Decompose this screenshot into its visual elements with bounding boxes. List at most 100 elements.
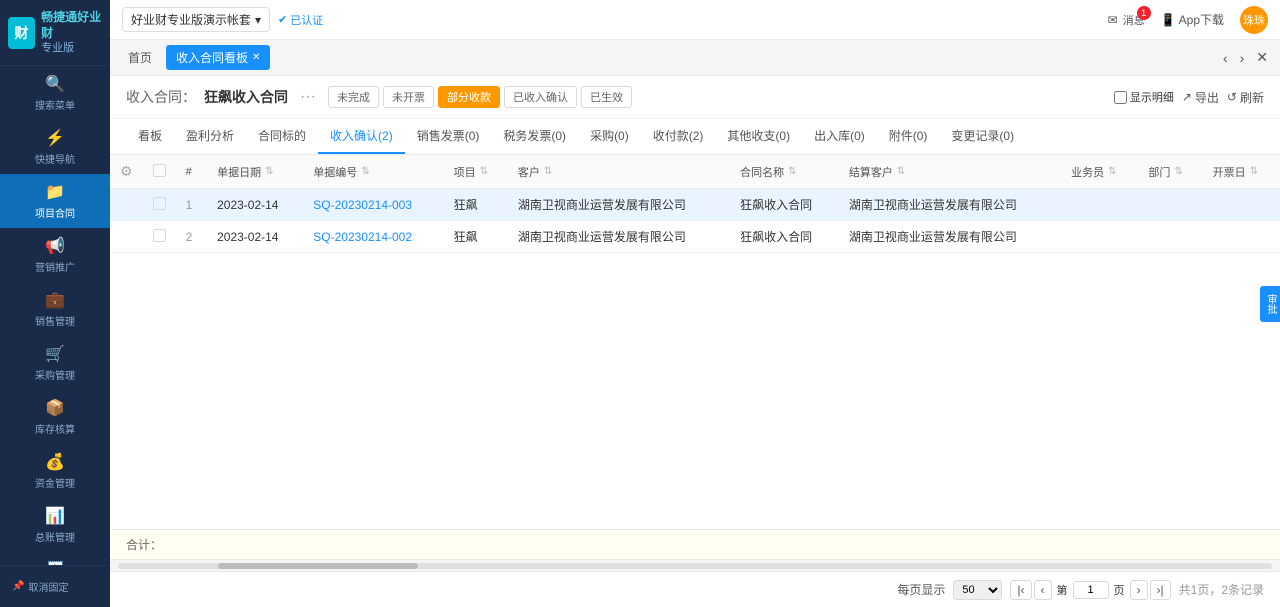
sub-tab-3[interactable]: 收入确认(2): [318, 119, 405, 154]
sort-salesperson-icon[interactable]: ⇅: [1108, 166, 1116, 177]
notification-dot: 1: [1137, 6, 1151, 20]
sidebar-logo: 财 畅捷通好业财 专业版: [0, 0, 110, 66]
sub-tab-7[interactable]: 收付款(2): [641, 119, 716, 154]
sub-tab-4[interactable]: 销售发票(0): [405, 119, 492, 154]
sub-tab-11[interactable]: 变更记录(0): [939, 119, 1026, 154]
record-link-0[interactable]: SQ-20230214-003: [313, 198, 412, 212]
sidebar: 财 畅捷通好业财 专业版 🔍 搜索菜单 ⚡快捷导航📁项目合同 📢 营销推广 💼销售管理🛒采…: [0, 0, 110, 607]
cell-dept-0: [1138, 189, 1202, 221]
sidebar-item-8[interactable]: 📊总账管理: [0, 498, 110, 552]
export-icon: ↗: [1182, 90, 1192, 104]
scrollbar-thumb[interactable]: [218, 563, 418, 569]
page-size-select[interactable]: 50 100: [953, 580, 1002, 600]
status-btn-3[interactable]: 已收入确认: [504, 86, 577, 108]
app-download-button[interactable]: 📱 App下载: [1161, 11, 1224, 28]
refresh-button[interactable]: ↺ 刷新: [1227, 89, 1264, 106]
download-icon: 📱: [1161, 13, 1176, 27]
nav-label-2: 项目合同: [35, 205, 75, 220]
company-selector[interactable]: 好业财专业版演示帐套 ▾: [122, 7, 270, 32]
table-container[interactable]: ⚙ # 单据日期⇅ 单据编号⇅ 项目⇅ 客户⇅ 合同名称⇅ 结算客户⇅ 业务员⇅…: [110, 155, 1280, 529]
nav-icon-3: 📢: [45, 236, 65, 256]
page-last-button[interactable]: ›|: [1150, 580, 1171, 600]
sort-invoice-date-icon[interactable]: ⇅: [1250, 166, 1258, 177]
status-btn-4[interactable]: 已生效: [581, 86, 632, 108]
sub-tab-10[interactable]: 附件(0): [877, 119, 940, 154]
status-btn-0[interactable]: 未完成: [328, 86, 379, 108]
sort-date-icon[interactable]: ⇅: [265, 166, 273, 177]
row-checkbox-1[interactable]: [153, 229, 166, 242]
cell-date-1: 2023-02-14: [207, 221, 303, 253]
tab-close-icon[interactable]: ✕: [252, 52, 260, 63]
cell-checkbox-0: [143, 189, 176, 221]
table-header: ⚙ # 单据日期⇅ 单据编号⇅ 项目⇅ 客户⇅ 合同名称⇅ 结算客户⇅ 业务员⇅…: [110, 155, 1280, 189]
sub-tab-2[interactable]: 合同标的: [246, 119, 318, 154]
tab-contract-board[interactable]: 收入合同看板 ✕: [166, 45, 270, 70]
status-btn-2[interactable]: 部分收款: [438, 86, 500, 108]
sticky-right-panel[interactable]: 审批: [1260, 286, 1280, 322]
sidebar-item-5[interactable]: 🛒采购管理: [0, 336, 110, 390]
sub-tab-0[interactable]: 看板: [126, 119, 174, 154]
col-project-header: 项目⇅: [444, 155, 508, 189]
nav-label-7: 资金管理: [35, 475, 75, 490]
sort-billing-icon[interactable]: ⇅: [897, 166, 905, 177]
table-row[interactable]: 1 2023-02-14 SQ-20230214-003 狂飙 湖南卫视商业运营…: [110, 189, 1280, 221]
sidebar-item-6[interactable]: 📦库存核算: [0, 390, 110, 444]
col-checkbox: [143, 155, 176, 189]
cell-contract-1: 狂飙收入合同: [730, 221, 839, 253]
table-scrollbar[interactable]: [110, 559, 1280, 571]
tab-prev-button[interactable]: ‹: [1219, 48, 1232, 68]
cell-project-1: 狂飙: [444, 221, 508, 253]
sidebar-item-9[interactable]: 🧾发票管理: [0, 552, 110, 565]
sidebar-item-1[interactable]: ⚡快捷导航: [0, 120, 110, 174]
cell-customer-0: 湖南卫视商业运营发展有限公司: [508, 189, 730, 221]
sort-dept-icon[interactable]: ⇅: [1174, 166, 1182, 177]
sub-tab-8[interactable]: 其他收支(0): [715, 119, 802, 154]
scrollbar-track: [118, 563, 1272, 569]
sub-tab-5[interactable]: 税务发票(0): [491, 119, 578, 154]
nav-label-3: 营销推广: [35, 259, 75, 274]
sub-tab-9[interactable]: 出入库(0): [802, 119, 877, 154]
select-all-checkbox[interactable]: [153, 164, 166, 177]
settings-icon[interactable]: ⚙: [120, 163, 133, 179]
show-detail-input[interactable]: [1114, 91, 1127, 104]
tab-home[interactable]: 首页: [118, 49, 162, 66]
sidebar-item-7[interactable]: 💰资金管理: [0, 444, 110, 498]
table-footer: 合计：: [110, 529, 1280, 559]
page-prev-button[interactable]: ‹: [1034, 580, 1052, 600]
page-next-button[interactable]: ›: [1130, 580, 1148, 600]
table-row[interactable]: 2 2023-02-14 SQ-20230214-002 狂飙 湖南卫视商业运营…: [110, 221, 1280, 253]
nav-icon-0: 🔍: [45, 74, 65, 94]
status-btn-1[interactable]: 未开票: [383, 86, 434, 108]
sub-tab-6[interactable]: 采购(0): [578, 119, 641, 154]
sort-customer-icon[interactable]: ⇅: [544, 166, 552, 177]
nav-label-0: 搜索菜单: [35, 97, 75, 112]
page-input[interactable]: [1073, 581, 1109, 599]
col-number-header: 单据编号⇅: [303, 155, 443, 189]
nav-label-1: 快捷导航: [35, 151, 75, 166]
sort-project-icon[interactable]: ⇅: [480, 166, 488, 177]
contract-more-button[interactable]: ···: [300, 88, 316, 106]
content-area: 收入合同： 狂飙收入合同 ··· 未完成未开票部分收款已收入确认已生效 显示明细…: [110, 76, 1280, 607]
data-table: ⚙ # 单据日期⇅ 单据编号⇅ 项目⇅ 客户⇅ 合同名称⇅ 结算客户⇅ 业务员⇅…: [110, 155, 1280, 253]
page-first-button[interactable]: |‹: [1010, 580, 1031, 600]
record-link-1[interactable]: SQ-20230214-002: [313, 230, 412, 244]
sidebar-item-2[interactable]: 📁项目合同: [0, 174, 110, 228]
sidebar-item-0[interactable]: 🔍 搜索菜单: [0, 66, 110, 120]
notification-button[interactable]: ✉ 1 1 消息: [1108, 12, 1145, 28]
col-salesperson-header: 业务员⇅: [1061, 155, 1138, 189]
tab-close-all-button[interactable]: ✕: [1252, 47, 1272, 68]
bell-icon: ✉: [1108, 13, 1118, 27]
tabbar: 首页 收入合同看板 ✕ ‹ › ✕: [110, 40, 1280, 76]
avatar: 珠珠: [1240, 6, 1268, 34]
tab-next-button[interactable]: ›: [1236, 48, 1249, 68]
sidebar-item-4[interactable]: 💼销售管理: [0, 282, 110, 336]
show-detail-checkbox[interactable]: 显示明细: [1114, 89, 1174, 105]
sort-number-icon[interactable]: ⇅: [361, 166, 369, 177]
sub-tab-1[interactable]: 盈利分析: [174, 119, 246, 154]
row-checkbox-0[interactable]: [153, 197, 166, 210]
user-avatar[interactable]: 珠珠: [1240, 6, 1268, 34]
export-button[interactable]: ↗ 导出: [1182, 89, 1219, 106]
cancel-fixed-button[interactable]: 📌 取消固定: [8, 574, 102, 599]
sidebar-item-3[interactable]: 📢 营销推广: [0, 228, 110, 282]
sort-contract-icon[interactable]: ⇅: [788, 166, 796, 177]
